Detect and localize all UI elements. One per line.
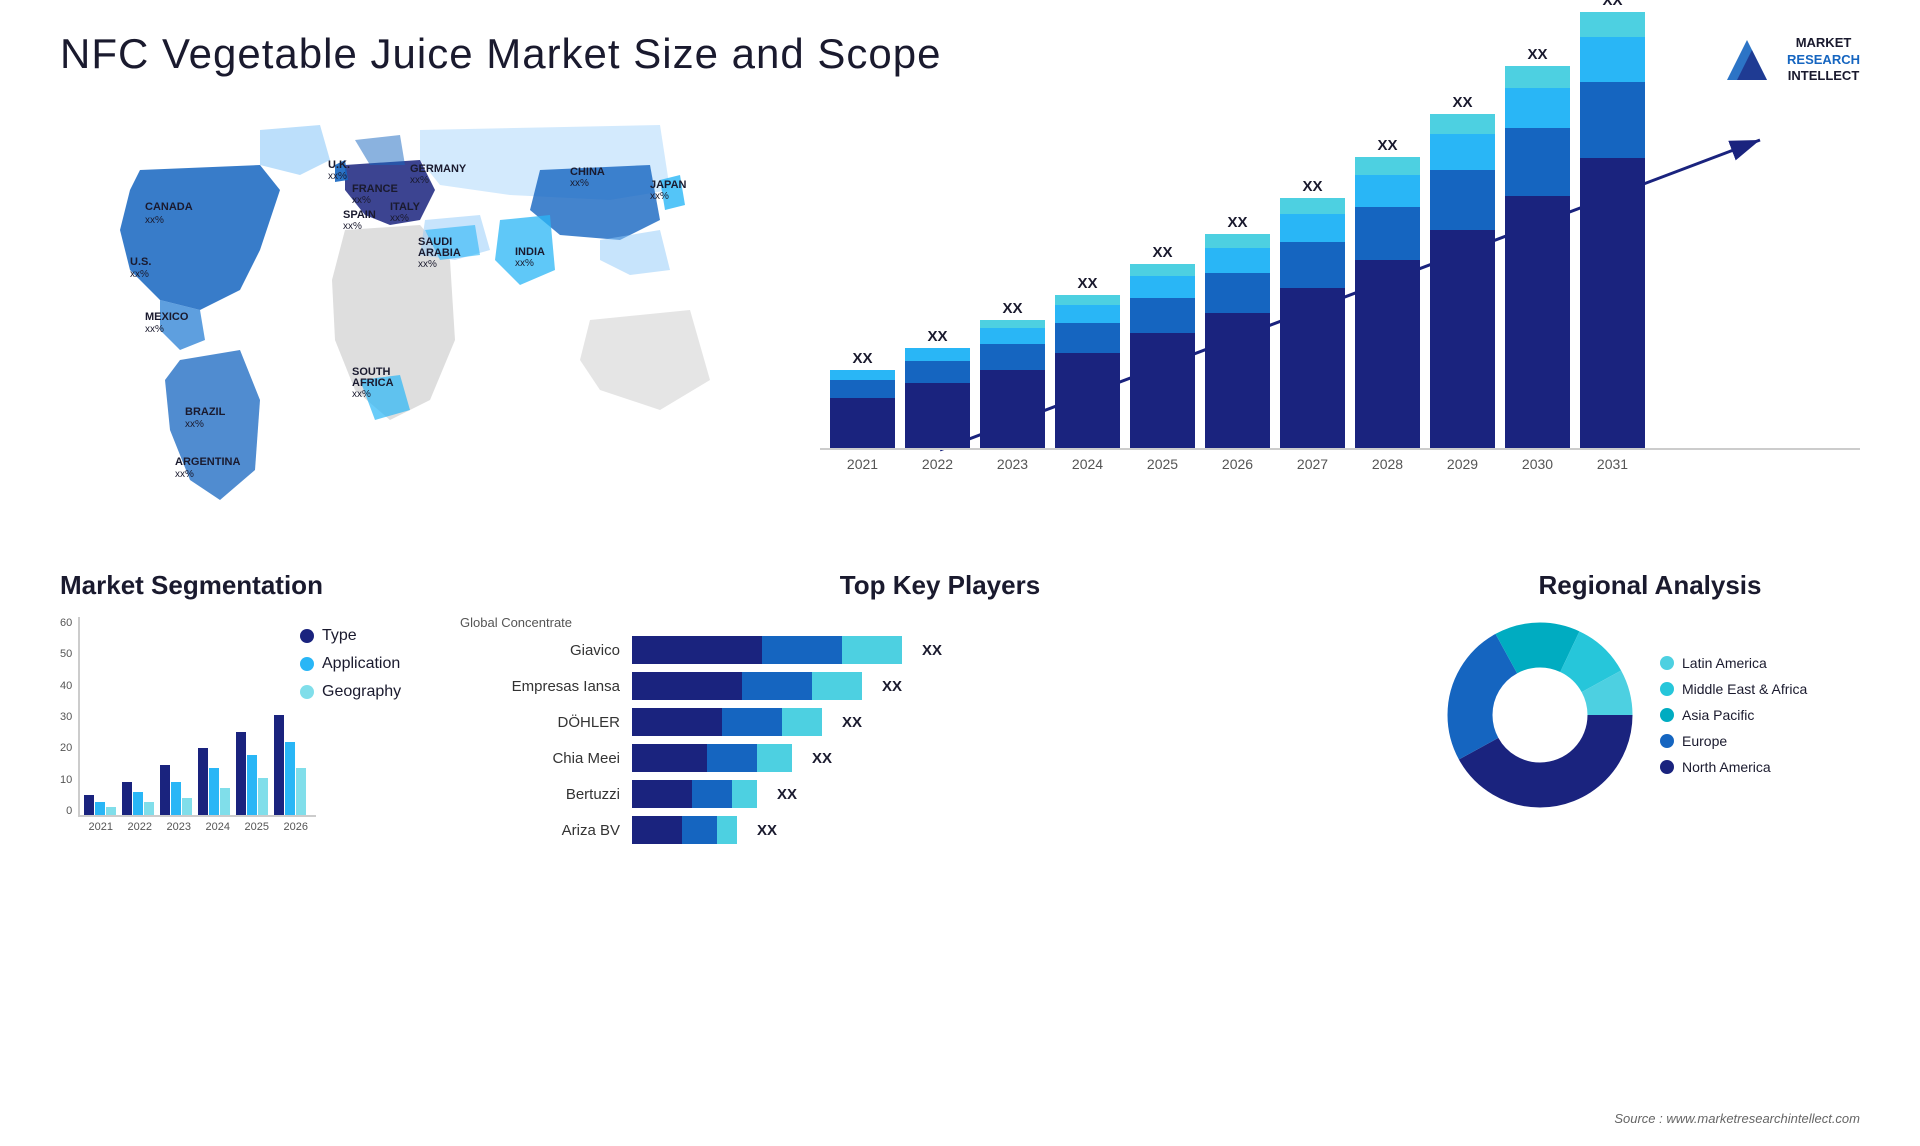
player-name-chia: Chia Meei [460, 750, 620, 767]
player-row-ariza: Ariza BV XX [460, 816, 1420, 844]
seg-group-2023 [160, 765, 192, 815]
seg-group-2025 [236, 732, 268, 815]
segmentation-title: Market Segmentation [60, 570, 440, 601]
map-label-germany: GERMANY [410, 163, 467, 175]
bar-2021: XX [830, 350, 895, 448]
legend-europe: Europe [1660, 733, 1807, 749]
map-label-france: FRANCE [352, 183, 398, 195]
svg-text:xx%: xx% [390, 213, 409, 224]
legend-latin-dot [1660, 656, 1674, 670]
logo-text: MARKET RESEARCH INTELLECT [1787, 35, 1860, 86]
legend-na-dot [1660, 760, 1674, 774]
world-map-svg: CANADA xx% U.S. xx% MEXICO xx% BRAZIL xx… [60, 110, 760, 530]
players-section: Top Key Players Global Concentrate Giavi… [460, 570, 1420, 900]
seg-bar-chart: 60 50 40 30 20 10 0 [60, 617, 280, 857]
svg-text:AFRICA: AFRICA [352, 377, 394, 389]
bar-2029: XX [1430, 94, 1495, 448]
player-name-dohler: DÖHLER [460, 714, 620, 731]
seg-group-2022 [122, 782, 154, 815]
bar-2031: XX [1580, 0, 1645, 448]
svg-text:xx%: xx% [410, 175, 429, 186]
svg-text:xx%: xx% [515, 258, 534, 269]
player-row-empresas: Empresas Iansa XX [460, 672, 1420, 700]
bar-2025: XX [1130, 244, 1195, 448]
legend-latin-america: Latin America [1660, 655, 1807, 671]
regional-content: Latin America Middle East & Africa Asia … [1440, 615, 1860, 815]
seg-group-2021 [84, 795, 116, 815]
svg-text:ARABIA: ARABIA [418, 247, 461, 259]
regional-section: Regional Analysis [1440, 570, 1860, 900]
map-label-spain: SPAIN [343, 209, 376, 221]
player-name-empresas: Empresas Iansa [460, 678, 620, 695]
seg-group-2026 [274, 715, 306, 815]
map-label-uk: U.K. [328, 159, 350, 171]
source-line: Source : www.marketresearchintellect.com [1614, 1111, 1860, 1126]
legend-asia-dot [1660, 708, 1674, 722]
bar-2022: XX [905, 328, 970, 448]
bar-chart-x-labels: 2021 2022 2023 2024 2025 2026 2027 2028 … [820, 450, 1860, 478]
legend-asia-pacific: Asia Pacific [1660, 707, 1807, 723]
bar-2024: XX [1055, 275, 1120, 448]
seg-x-labels: 2021 2022 2023 2024 2025 2026 [80, 817, 316, 837]
map-label-brazil: BRAZIL [185, 406, 226, 418]
svg-text:xx%: xx% [418, 259, 437, 270]
player-row-dohler: DÖHLER XX [460, 708, 1420, 736]
map-label-mexico: MEXICO [145, 311, 189, 323]
players-note: Global Concentrate [460, 615, 1420, 630]
logo: MARKET RESEARCH INTELLECT [1717, 30, 1860, 90]
donut-svg [1440, 615, 1640, 815]
bar-2028: XX [1355, 137, 1420, 448]
svg-text:xx%: xx% [352, 389, 371, 400]
legend-europe-dot [1660, 734, 1674, 748]
svg-text:xx%: xx% [352, 195, 371, 206]
bar-2027: XX [1280, 178, 1345, 448]
map-label-china: CHINA [570, 166, 605, 178]
player-name-ariza: Ariza BV [460, 822, 620, 839]
svg-text:xx%: xx% [343, 221, 362, 232]
svg-text:xx%: xx% [145, 324, 164, 335]
regional-legend: Latin America Middle East & Africa Asia … [1660, 655, 1807, 775]
player-row-giavico: Giavico XX [460, 636, 1420, 664]
players-title: Top Key Players [460, 570, 1420, 601]
map-label-argentina: ARGENTINA [175, 456, 240, 468]
player-row-bertuzzi: Bertuzzi XX [460, 780, 1420, 808]
legend-mea: Middle East & Africa [1660, 681, 1807, 697]
player-row-chia: Chia Meei XX [460, 744, 1420, 772]
top-section: CANADA xx% U.S. xx% MEXICO xx% BRAZIL xx… [60, 110, 1860, 540]
bottom-section: Market Segmentation 60 50 40 30 20 10 0 [60, 570, 1860, 900]
svg-text:xx%: xx% [130, 269, 149, 280]
bar-2023: XX [980, 300, 1045, 448]
map-label-canada: CANADA [145, 201, 193, 213]
seg-chart-area: 60 50 40 30 20 10 0 [60, 617, 440, 857]
player-name-giavico: Giavico [460, 642, 620, 659]
seg-bars [78, 617, 316, 817]
legend-mea-dot [1660, 682, 1674, 696]
svg-text:xx%: xx% [570, 178, 589, 189]
svg-text:xx%: xx% [185, 419, 204, 430]
map-label-japan: JAPAN [650, 179, 687, 191]
svg-text:xx%: xx% [650, 191, 669, 202]
map-label-us: U.S. [130, 256, 151, 268]
player-name-bertuzzi: Bertuzzi [460, 786, 620, 803]
seg-group-2024 [198, 748, 230, 815]
regional-title: Regional Analysis [1440, 570, 1860, 601]
seg-y-axis: 60 50 40 30 20 10 0 [60, 617, 72, 817]
svg-text:xx%: xx% [328, 171, 347, 182]
svg-text:xx%: xx% [145, 215, 164, 226]
donut-chart [1440, 615, 1640, 815]
bar-2026: XX [1205, 214, 1270, 448]
svg-text:xx%: xx% [175, 469, 194, 480]
segmentation-section: Market Segmentation 60 50 40 30 20 10 0 [60, 570, 440, 900]
world-map-container: CANADA xx% U.S. xx% MEXICO xx% BRAZIL xx… [60, 110, 760, 540]
bar-2030: XX [1505, 46, 1570, 448]
bar-chart-container: XX XX [800, 110, 1860, 540]
map-label-india: INDIA [515, 246, 545, 258]
page-title: NFC Vegetable Juice Market Size and Scop… [60, 30, 941, 78]
legend-north-america: North America [1660, 759, 1807, 775]
map-label-italy: ITALY [390, 201, 421, 213]
logo-icon [1717, 30, 1777, 90]
